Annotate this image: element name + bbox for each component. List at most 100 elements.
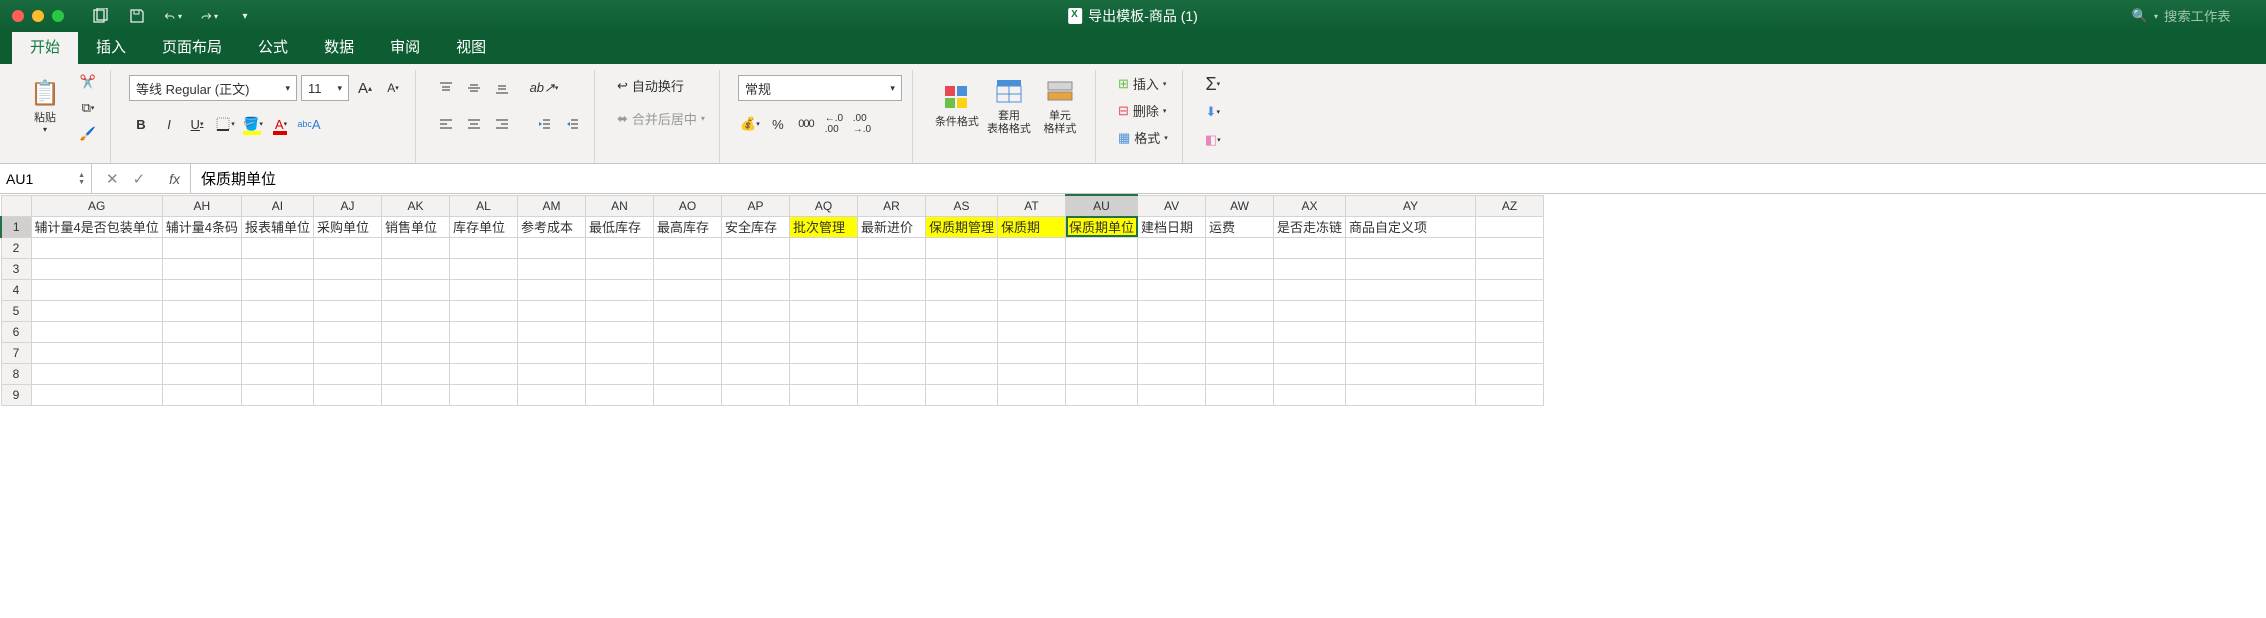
cell[interactable] — [857, 258, 925, 279]
cell[interactable] — [31, 384, 162, 405]
row-header[interactable]: 2 — [1, 237, 31, 258]
cell[interactable] — [381, 300, 449, 321]
cell[interactable] — [1206, 363, 1274, 384]
cell[interactable] — [857, 237, 925, 258]
cell[interactable] — [1346, 384, 1476, 405]
comma-button[interactable]: 000 — [794, 112, 818, 136]
cell[interactable] — [789, 258, 857, 279]
cell[interactable] — [381, 342, 449, 363]
cell[interactable] — [1346, 363, 1476, 384]
cell[interactable] — [241, 321, 313, 342]
cell[interactable] — [998, 258, 1066, 279]
column-header[interactable]: AP — [721, 195, 789, 216]
qat-customize-icon[interactable]: ▾ — [236, 7, 254, 25]
clear-button[interactable]: ◧▾ — [1201, 128, 1225, 152]
cell[interactable] — [1274, 237, 1346, 258]
cell[interactable] — [313, 237, 381, 258]
cell[interactable] — [1206, 342, 1274, 363]
cell[interactable] — [585, 363, 653, 384]
cell[interactable] — [998, 279, 1066, 300]
cell[interactable] — [31, 363, 162, 384]
cell[interactable]: 销售单位 — [381, 216, 449, 237]
cell[interactable] — [998, 321, 1066, 342]
cell[interactable] — [721, 321, 789, 342]
row-header[interactable]: 8 — [1, 363, 31, 384]
cell[interactable] — [1476, 342, 1544, 363]
name-box-input[interactable] — [6, 171, 66, 187]
cell[interactable]: 安全库存 — [721, 216, 789, 237]
cell[interactable] — [721, 363, 789, 384]
cell[interactable] — [313, 258, 381, 279]
tab-home[interactable]: 开始 — [12, 29, 78, 64]
autosum-button[interactable]: Σ▾ — [1201, 72, 1225, 96]
namebox-up-icon[interactable]: ▲ — [78, 172, 85, 179]
column-header[interactable]: AK — [381, 195, 449, 216]
cell[interactable] — [517, 300, 585, 321]
conditional-formatting-button[interactable]: 条件格式 — [931, 70, 983, 142]
cell[interactable] — [1066, 279, 1138, 300]
cell[interactable] — [789, 300, 857, 321]
decrease-decimal-button[interactable]: .00→.0 — [850, 112, 874, 136]
cell[interactable] — [31, 321, 162, 342]
tab-formulas[interactable]: 公式 — [240, 29, 306, 64]
search-input[interactable] — [2164, 9, 2254, 24]
cell[interactable] — [721, 384, 789, 405]
cell[interactable] — [449, 279, 517, 300]
align-center-button[interactable] — [462, 112, 486, 136]
cell[interactable]: 运费 — [1206, 216, 1274, 237]
cell[interactable] — [241, 258, 313, 279]
cell[interactable] — [653, 258, 721, 279]
column-header[interactable]: AZ — [1476, 195, 1544, 216]
bold-button[interactable]: B — [129, 112, 153, 136]
column-header[interactable]: AN — [585, 195, 653, 216]
align-right-button[interactable] — [490, 112, 514, 136]
cell[interactable] — [1066, 321, 1138, 342]
cell[interactable] — [517, 237, 585, 258]
cell[interactable]: 最新进价 — [857, 216, 925, 237]
cell[interactable] — [1066, 342, 1138, 363]
zoom-window-button[interactable] — [52, 10, 64, 22]
cell[interactable] — [653, 300, 721, 321]
paste-button[interactable]: 📋 粘贴 ▾ — [20, 70, 70, 142]
percent-button[interactable]: % — [766, 112, 790, 136]
fx-label[interactable]: fx — [159, 164, 191, 193]
cell[interactable] — [1346, 279, 1476, 300]
cell[interactable] — [313, 321, 381, 342]
cell[interactable] — [653, 342, 721, 363]
column-header[interactable]: AL — [449, 195, 517, 216]
align-bottom-button[interactable] — [490, 76, 514, 100]
cell-styles-button[interactable]: 单元 格样式 — [1035, 70, 1085, 142]
cell[interactable] — [1066, 237, 1138, 258]
undo-icon[interactable]: ▾ — [164, 7, 182, 25]
cell[interactable] — [653, 237, 721, 258]
cell[interactable] — [1346, 321, 1476, 342]
cell[interactable] — [162, 258, 241, 279]
cell[interactable] — [789, 321, 857, 342]
cell[interactable] — [449, 384, 517, 405]
cell[interactable] — [1066, 384, 1138, 405]
cell[interactable] — [585, 342, 653, 363]
cell[interactable] — [381, 384, 449, 405]
cell[interactable] — [31, 300, 162, 321]
cell[interactable] — [1476, 300, 1544, 321]
cell[interactable] — [789, 237, 857, 258]
cell[interactable] — [449, 300, 517, 321]
cell[interactable] — [653, 321, 721, 342]
cell[interactable] — [998, 237, 1066, 258]
italic-button[interactable]: I — [157, 112, 181, 136]
cell[interactable] — [517, 363, 585, 384]
fill-color-button[interactable]: 🪣▾ — [241, 112, 265, 136]
cell[interactable] — [925, 384, 997, 405]
cell[interactable] — [381, 321, 449, 342]
tab-page-layout[interactable]: 页面布局 — [144, 29, 240, 64]
font-size-select[interactable]: 11▾ — [301, 75, 349, 101]
cell[interactable] — [1206, 384, 1274, 405]
cell[interactable] — [1138, 321, 1206, 342]
cell[interactable] — [1138, 363, 1206, 384]
cell[interactable] — [162, 321, 241, 342]
cell[interactable] — [1476, 384, 1544, 405]
cell[interactable] — [789, 363, 857, 384]
cell[interactable] — [517, 279, 585, 300]
cell[interactable] — [925, 300, 997, 321]
cell[interactable] — [721, 342, 789, 363]
